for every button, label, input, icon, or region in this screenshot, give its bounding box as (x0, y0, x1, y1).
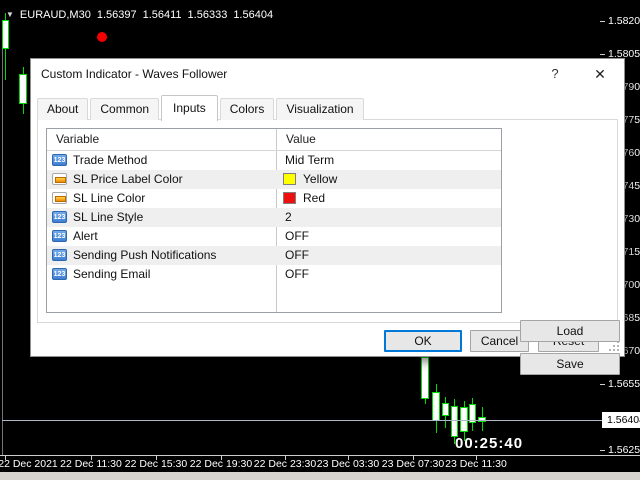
quote-high: 1.56411 (142, 9, 182, 21)
price-tick (600, 21, 605, 22)
red-dot-marker (97, 32, 107, 42)
metatrader-window: ▼ EURAUD,M30 1.56397 1.56411 1.56333 1.56404 … (0, 0, 640, 480)
header-value: Value (286, 132, 316, 146)
table-row[interactable]: 123 Sending Email OFF (47, 265, 501, 284)
dialog-title: Custom Indicator - Waves Follower (41, 67, 228, 81)
value-text: OFF (285, 229, 309, 243)
price-axis-label: 1.58200 (608, 15, 640, 27)
value-cell[interactable]: OFF (277, 265, 501, 284)
price-tick (600, 54, 605, 55)
tab-about[interactable]: About (37, 98, 89, 120)
time-axis-label: 22 Dec 2021 (0, 458, 58, 470)
value-text: 2 (285, 210, 292, 224)
numeric-123-icon: 123 (52, 154, 67, 166)
color-swatch (283, 173, 296, 185)
inputs-tab-page: Variable Value 123 Trade Method Mid Term SL … (37, 119, 620, 375)
table-row[interactable]: 123 Trade Method Mid Term (47, 151, 501, 170)
indicator-properties-dialog: Custom Indicator - Waves Follower ? ✕ Ab… (30, 58, 625, 375)
chart-left-border (2, 28, 3, 455)
variable-cell: SL Line Color (47, 189, 276, 208)
value-cell[interactable]: Yellow (277, 170, 501, 189)
value-text: OFF (285, 267, 309, 281)
numeric-123-icon: 123 (52, 249, 67, 261)
table-row[interactable]: SL Price Label Color Yellow (47, 170, 501, 189)
help-button[interactable]: ? (546, 65, 564, 83)
value-cell[interactable]: OFF (277, 227, 501, 246)
value-text: Mid Term (285, 153, 335, 167)
time-axis-label: 22 Dec 19:30 (189, 458, 253, 470)
price-tick (600, 384, 605, 385)
color-icon (52, 173, 67, 185)
table-row[interactable]: SL Line Color Red (47, 189, 501, 208)
dialog-titlebar[interactable]: Custom Indicator - Waves Follower ? ✕ (31, 59, 624, 89)
header-variable: Variable (56, 132, 100, 146)
color-swatch (283, 192, 296, 204)
variable-label: Sending Push Notifications (73, 248, 217, 262)
variable-label: Trade Method (73, 153, 148, 167)
resize-grip-icon[interactable] (609, 341, 621, 353)
numeric-123-icon: 123 (52, 230, 67, 242)
time-axis-label: 22 Dec 23:30 (253, 458, 317, 470)
value-cell[interactable]: OFF (277, 246, 501, 265)
symbol-quote-bar: ▼ EURAUD,M30 1.56397 1.56411 1.56333 1.56404 (6, 9, 279, 21)
variable-cell: 123 Sending Email (47, 265, 276, 284)
color-icon (52, 192, 67, 204)
save-button[interactable]: Save (520, 353, 620, 375)
value-cell[interactable]: Red (277, 189, 501, 208)
variable-cell: 123 Trade Method (47, 151, 276, 170)
price-tick (600, 450, 605, 451)
variable-cell: 123 SL Line Style (47, 208, 276, 227)
ok-button[interactable]: OK (384, 330, 462, 352)
time-axis-label: 22 Dec 15:30 (124, 458, 188, 470)
current-price-tag: 1.56404 (602, 412, 640, 428)
variable-label: Alert (73, 229, 98, 243)
time-axis-border (0, 455, 640, 456)
bid-price-line (2, 420, 603, 421)
chevron-down-icon[interactable]: ▼ (6, 10, 14, 19)
variable-label: SL Line Style (73, 210, 144, 224)
table-row[interactable]: 123 SL Line Style 2 (47, 208, 501, 227)
tab-colors[interactable]: Colors (219, 98, 275, 120)
variable-label: Sending Email (73, 267, 151, 281)
quote-open: 1.56397 (96, 9, 137, 21)
time-axis-label: 22 Dec 11:30 (60, 458, 122, 470)
table-header-row: Variable Value (47, 129, 501, 151)
tab-inputs[interactable]: Inputs (161, 95, 218, 121)
time-axis-label: 23 Dec 11:30 (445, 458, 507, 470)
time-axis-label: 23 Dec 07:30 (381, 458, 445, 470)
symbol-label: EURAUD,M30 (19, 9, 91, 21)
variable-label: SL Price Label Color (73, 172, 183, 186)
price-axis-label: 1.56250 (608, 444, 640, 456)
time-axis-label: 23 Dec 03:30 (316, 458, 380, 470)
numeric-123-icon: 123 (52, 268, 67, 280)
close-icon[interactable]: ✕ (590, 64, 610, 84)
parameters-table: Variable Value 123 Trade Method Mid Term SL … (46, 128, 502, 313)
value-cell[interactable]: Mid Term (277, 151, 501, 170)
numeric-123-icon: 123 (52, 211, 67, 223)
window-bottom-edge (0, 472, 640, 480)
candle-countdown-timer: 00:25:40 (455, 435, 524, 452)
value-text: Yellow (303, 172, 338, 186)
quote-close: 1.56404 (233, 9, 274, 21)
value-text: Red (303, 191, 326, 205)
load-button[interactable]: Load (520, 320, 620, 342)
quote-low: 1.56333 (187, 9, 228, 21)
dialog-tabs: About Common Inputs Colors Visualization (37, 95, 366, 121)
variable-cell: 123 Alert (47, 227, 276, 246)
table-row[interactable]: 123 Alert OFF (47, 227, 501, 246)
tab-common[interactable]: Common (90, 98, 160, 120)
table-row[interactable]: 123 Sending Push Notifications OFF (47, 246, 501, 265)
price-axis-label: 1.56550 (608, 378, 640, 390)
variable-cell: SL Price Label Color (47, 170, 276, 189)
tab-visualization[interactable]: Visualization (276, 98, 364, 120)
value-cell[interactable]: 2 (277, 208, 501, 227)
variable-label: SL Line Color (73, 191, 146, 205)
variable-cell: 123 Sending Push Notifications (47, 246, 276, 265)
value-text: OFF (285, 248, 309, 262)
